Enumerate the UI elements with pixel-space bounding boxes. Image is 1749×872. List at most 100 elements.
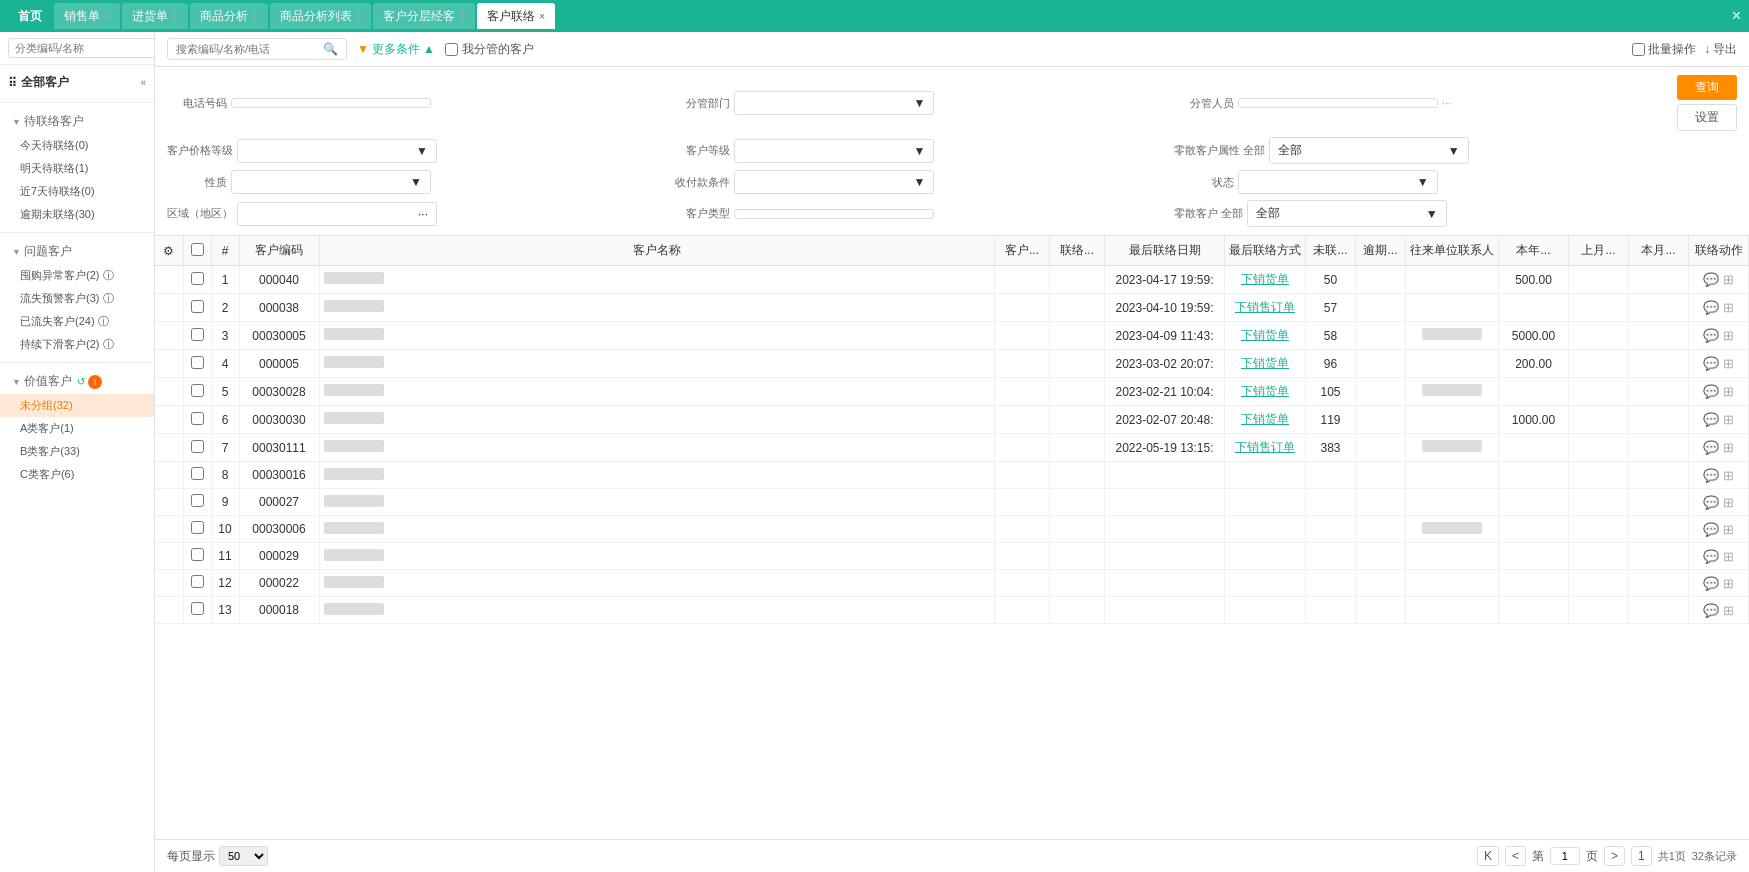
current-page-input[interactable] bbox=[1550, 847, 1580, 865]
close-analysis-icon[interactable]: × bbox=[252, 11, 258, 22]
close-customer-contact-icon[interactable]: × bbox=[539, 11, 545, 22]
th-type[interactable]: 客户... bbox=[995, 236, 1050, 266]
th-partner-contact[interactable]: 往来单位联系人 bbox=[1406, 236, 1499, 266]
sidebar-item-abnormal[interactable]: 囤购异常客户(2) ⓘ bbox=[0, 264, 154, 287]
action-grid-icon[interactable]: ⊞ bbox=[1723, 468, 1734, 483]
region-select[interactable]: ··· bbox=[237, 202, 437, 226]
close-analysis-list-icon[interactable]: × bbox=[356, 11, 362, 22]
tab-purchase[interactable]: 进货单 × bbox=[122, 3, 188, 29]
row-checkbox[interactable] bbox=[191, 412, 204, 425]
close-sales-icon[interactable]: × bbox=[104, 11, 110, 22]
price-grade-select[interactable]: ▼ bbox=[237, 139, 437, 163]
sidebar-item-class-c[interactable]: C类客户(6) bbox=[0, 463, 154, 486]
row-checkbox[interactable] bbox=[191, 328, 204, 341]
action-grid-icon[interactable]: ⊞ bbox=[1723, 328, 1734, 343]
action-grid-icon[interactable]: ⊞ bbox=[1723, 603, 1734, 618]
td-last-method[interactable] bbox=[1225, 543, 1306, 570]
action-grid-icon[interactable]: ⊞ bbox=[1723, 356, 1734, 371]
th-last-month[interactable]: 上月... bbox=[1569, 236, 1629, 266]
td-check[interactable] bbox=[183, 406, 211, 434]
batch-ops-btn[interactable]: 批量操作 bbox=[1632, 41, 1696, 58]
close-customer-segment-icon[interactable]: × bbox=[459, 11, 465, 22]
th-code[interactable]: 客户编码 bbox=[239, 236, 319, 266]
th-last-method[interactable]: 最后联络方式 bbox=[1225, 236, 1306, 266]
manager-input[interactable] bbox=[1238, 98, 1438, 108]
manager-more-icon[interactable]: ··· bbox=[1442, 96, 1452, 110]
window-close-btn[interactable]: × bbox=[1732, 7, 1741, 25]
action-chat-icon[interactable]: 💬 bbox=[1703, 603, 1719, 618]
td-check[interactable] bbox=[183, 543, 211, 570]
last-method-link[interactable]: 下销货单 bbox=[1241, 272, 1289, 286]
action-chat-icon[interactable]: 💬 bbox=[1703, 522, 1719, 537]
td-check[interactable] bbox=[183, 516, 211, 543]
td-last-method[interactable]: 下销货单 bbox=[1225, 350, 1306, 378]
td-last-method[interactable] bbox=[1225, 570, 1306, 597]
action-grid-icon[interactable]: ⊞ bbox=[1723, 272, 1734, 287]
action-grid-icon[interactable]: ⊞ bbox=[1723, 412, 1734, 427]
sidebar-item-overdue[interactable]: 逾期未联络(30) bbox=[0, 203, 154, 226]
filter-my-customers[interactable]: 我分管的客户 bbox=[445, 41, 534, 58]
action-chat-icon[interactable]: 💬 bbox=[1703, 300, 1719, 315]
td-last-method[interactable]: 下销售订单 bbox=[1225, 434, 1306, 462]
td-check[interactable] bbox=[183, 434, 211, 462]
sidebar-item-today[interactable]: 今天待联络(0) bbox=[0, 134, 154, 157]
td-last-method[interactable] bbox=[1225, 597, 1306, 624]
status-select[interactable]: ▼ bbox=[1238, 170, 1438, 194]
sidebar-value-group[interactable]: ▼ 价值客户 ↺ ! bbox=[0, 369, 154, 394]
action-grid-icon[interactable]: ⊞ bbox=[1723, 522, 1734, 537]
retail-attr-select[interactable]: 全部▼ bbox=[1269, 137, 1469, 164]
th-last-date[interactable]: 最后联络日期 bbox=[1105, 236, 1225, 266]
filter-search-box[interactable]: 🔍 bbox=[167, 38, 347, 60]
td-check[interactable] bbox=[183, 266, 211, 294]
th-uncontacted[interactable]: 未联... bbox=[1306, 236, 1356, 266]
action-chat-icon[interactable]: 💬 bbox=[1703, 549, 1719, 564]
sidebar-item-ungroup[interactable]: 未分组(32) bbox=[0, 394, 154, 417]
phone-input[interactable] bbox=[231, 98, 431, 108]
action-chat-icon[interactable]: 💬 bbox=[1703, 440, 1719, 455]
action-chat-icon[interactable]: 💬 bbox=[1703, 384, 1719, 399]
value-refresh-icon[interactable]: ↺ bbox=[77, 376, 85, 387]
action-chat-icon[interactable]: 💬 bbox=[1703, 356, 1719, 371]
td-check[interactable] bbox=[183, 570, 211, 597]
row-checkbox[interactable] bbox=[191, 521, 204, 534]
td-last-method[interactable] bbox=[1225, 516, 1306, 543]
batch-checkbox[interactable] bbox=[1632, 43, 1645, 56]
row-checkbox[interactable] bbox=[191, 548, 204, 561]
last-method-link[interactable]: 下销售订单 bbox=[1235, 440, 1295, 454]
last-method-link[interactable]: 下销货单 bbox=[1241, 384, 1289, 398]
sidebar-item-churned[interactable]: 已流失客户(24) ⓘ bbox=[0, 310, 154, 333]
sidebar-item-tomorrow[interactable]: 明天待联络(1) bbox=[0, 157, 154, 180]
td-last-method[interactable]: 下销货单 bbox=[1225, 378, 1306, 406]
sidebar-item-week[interactable]: 近7天待联络(0) bbox=[0, 180, 154, 203]
filter-more-btn[interactable]: ▼ 更多条件 ▲ bbox=[357, 41, 435, 58]
td-last-method[interactable]: 下销货单 bbox=[1225, 322, 1306, 350]
sidebar-collapse-icon[interactable]: « bbox=[140, 77, 146, 88]
sidebar-problem-group[interactable]: ▼ 问题客户 bbox=[0, 239, 154, 264]
close-purchase-icon[interactable]: × bbox=[172, 11, 178, 22]
sidebar-item-class-b[interactable]: B类客户(33) bbox=[0, 440, 154, 463]
action-chat-icon[interactable]: 💬 bbox=[1703, 576, 1719, 591]
customer-type-select[interactable] bbox=[734, 209, 934, 219]
row-checkbox[interactable] bbox=[191, 467, 204, 480]
th-settings[interactable]: ⚙ bbox=[155, 236, 183, 266]
row-checkbox[interactable] bbox=[191, 272, 204, 285]
reset-btn[interactable]: 设置 bbox=[1677, 104, 1737, 131]
th-check[interactable] bbox=[183, 236, 211, 266]
sidebar-search-input[interactable] bbox=[8, 38, 155, 58]
td-last-method[interactable] bbox=[1225, 462, 1306, 489]
sidebar-item-declining[interactable]: 持续下滑客户(2) ⓘ bbox=[0, 333, 154, 356]
dept-select[interactable]: ▼ bbox=[734, 91, 934, 115]
row-checkbox[interactable] bbox=[191, 384, 204, 397]
action-chat-icon[interactable]: 💬 bbox=[1703, 495, 1719, 510]
td-check[interactable] bbox=[183, 294, 211, 322]
td-last-method[interactable]: 下销货单 bbox=[1225, 266, 1306, 294]
prev-page-btn[interactable]: < bbox=[1505, 846, 1526, 866]
action-grid-icon[interactable]: ⊞ bbox=[1723, 384, 1734, 399]
td-check[interactable] bbox=[183, 489, 211, 516]
row-checkbox[interactable] bbox=[191, 575, 204, 588]
th-overdue[interactable]: 逾期... bbox=[1356, 236, 1406, 266]
export-btn[interactable]: ↓ 导出 bbox=[1704, 41, 1737, 58]
action-grid-icon[interactable]: ⊞ bbox=[1723, 300, 1734, 315]
retail-select[interactable]: 全部▼ bbox=[1247, 200, 1447, 227]
last-page-btn[interactable]: 1 bbox=[1631, 846, 1652, 866]
